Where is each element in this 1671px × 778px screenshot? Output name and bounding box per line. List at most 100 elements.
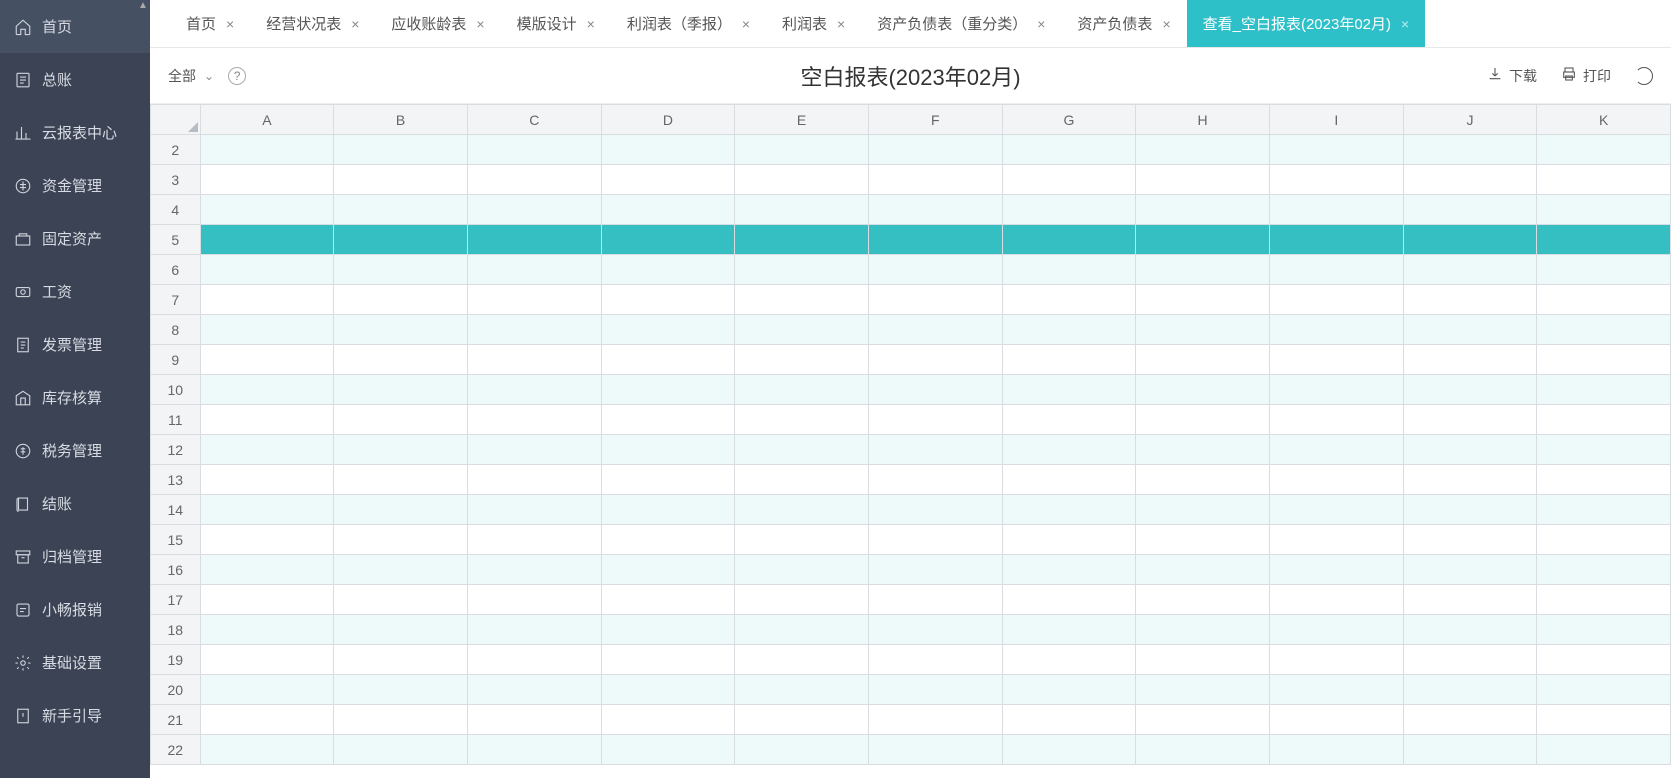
cell-D21[interactable] (601, 705, 735, 735)
cell-C18[interactable] (467, 615, 601, 645)
cell-A12[interactable] (200, 435, 334, 465)
cell-G7[interactable] (1002, 285, 1136, 315)
cell-C11[interactable] (467, 405, 601, 435)
cell-J17[interactable] (1403, 585, 1537, 615)
cell-G22[interactable] (1002, 735, 1136, 765)
sidebar-item-ledger[interactable]: 总账 (0, 53, 150, 106)
cell-K16[interactable] (1537, 555, 1671, 585)
cell-I9[interactable] (1269, 345, 1403, 375)
cell-B21[interactable] (334, 705, 468, 735)
row-header-5[interactable]: 5 (151, 225, 201, 255)
cell-E4[interactable] (735, 195, 869, 225)
cell-J10[interactable] (1403, 375, 1537, 405)
cell-J16[interactable] (1403, 555, 1537, 585)
cell-D14[interactable] (601, 495, 735, 525)
close-icon[interactable]: × (351, 16, 359, 32)
cell-E17[interactable] (735, 585, 869, 615)
cell-A7[interactable] (200, 285, 334, 315)
cell-G6[interactable] (1002, 255, 1136, 285)
cell-A8[interactable] (200, 315, 334, 345)
close-icon[interactable]: × (1037, 16, 1045, 32)
cell-E6[interactable] (735, 255, 869, 285)
cell-F15[interactable] (868, 525, 1002, 555)
cell-J12[interactable] (1403, 435, 1537, 465)
cell-K20[interactable] (1537, 675, 1671, 705)
cell-G20[interactable] (1002, 675, 1136, 705)
row-header-3[interactable]: 3 (151, 165, 201, 195)
cell-J21[interactable] (1403, 705, 1537, 735)
cell-F2[interactable] (868, 135, 1002, 165)
row-header-6[interactable]: 6 (151, 255, 201, 285)
sidebar-item-expense[interactable]: 小畅报销 (0, 583, 150, 636)
download-button[interactable]: 下载 (1487, 66, 1537, 86)
cell-K8[interactable] (1537, 315, 1671, 345)
row-header-11[interactable]: 11 (151, 405, 201, 435)
cell-C21[interactable] (467, 705, 601, 735)
close-icon[interactable]: × (1162, 16, 1170, 32)
cell-H17[interactable] (1136, 585, 1270, 615)
cell-F14[interactable] (868, 495, 1002, 525)
row-header-15[interactable]: 15 (151, 525, 201, 555)
cell-A5[interactable] (200, 225, 334, 255)
cell-E2[interactable] (735, 135, 869, 165)
cell-B14[interactable] (334, 495, 468, 525)
cell-C15[interactable] (467, 525, 601, 555)
cell-D18[interactable] (601, 615, 735, 645)
cell-D11[interactable] (601, 405, 735, 435)
row-header-12[interactable]: 12 (151, 435, 201, 465)
cell-D4[interactable] (601, 195, 735, 225)
cell-K2[interactable] (1537, 135, 1671, 165)
cell-E21[interactable] (735, 705, 869, 735)
cell-I4[interactable] (1269, 195, 1403, 225)
print-button[interactable]: 打印 (1561, 66, 1611, 86)
cell-C2[interactable] (467, 135, 601, 165)
close-icon[interactable]: × (837, 16, 845, 32)
cell-A2[interactable] (200, 135, 334, 165)
cell-A14[interactable] (200, 495, 334, 525)
cell-J22[interactable] (1403, 735, 1537, 765)
cell-J4[interactable] (1403, 195, 1537, 225)
cell-F9[interactable] (868, 345, 1002, 375)
cell-K11[interactable] (1537, 405, 1671, 435)
tab-7[interactable]: 资产负债表× (1061, 0, 1186, 47)
tab-6[interactable]: 资产负债表（重分类）× (861, 0, 1061, 47)
cell-D8[interactable] (601, 315, 735, 345)
cell-B20[interactable] (334, 675, 468, 705)
tab-1[interactable]: 经营状况表× (250, 0, 375, 47)
cell-B7[interactable] (334, 285, 468, 315)
cell-J8[interactable] (1403, 315, 1537, 345)
cell-A16[interactable] (200, 555, 334, 585)
cell-I7[interactable] (1269, 285, 1403, 315)
cell-I13[interactable] (1269, 465, 1403, 495)
cell-K3[interactable] (1537, 165, 1671, 195)
cell-A10[interactable] (200, 375, 334, 405)
cell-H12[interactable] (1136, 435, 1270, 465)
cell-K6[interactable] (1537, 255, 1671, 285)
cell-K7[interactable] (1537, 285, 1671, 315)
cell-I20[interactable] (1269, 675, 1403, 705)
cell-C3[interactable] (467, 165, 601, 195)
cell-E5[interactable] (735, 225, 869, 255)
cell-B13[interactable] (334, 465, 468, 495)
cell-F22[interactable] (868, 735, 1002, 765)
cell-K18[interactable] (1537, 615, 1671, 645)
cell-B4[interactable] (334, 195, 468, 225)
cell-J11[interactable] (1403, 405, 1537, 435)
cell-C8[interactable] (467, 315, 601, 345)
row-header-4[interactable]: 4 (151, 195, 201, 225)
cell-C13[interactable] (467, 465, 601, 495)
cell-I14[interactable] (1269, 495, 1403, 525)
cell-H16[interactable] (1136, 555, 1270, 585)
cell-H5[interactable] (1136, 225, 1270, 255)
cell-G18[interactable] (1002, 615, 1136, 645)
cell-D22[interactable] (601, 735, 735, 765)
cell-H21[interactable] (1136, 705, 1270, 735)
cell-C10[interactable] (467, 375, 601, 405)
cell-K17[interactable] (1537, 585, 1671, 615)
cell-H4[interactable] (1136, 195, 1270, 225)
cell-D3[interactable] (601, 165, 735, 195)
cell-C20[interactable] (467, 675, 601, 705)
cell-G5[interactable] (1002, 225, 1136, 255)
cell-K19[interactable] (1537, 645, 1671, 675)
cell-K9[interactable] (1537, 345, 1671, 375)
